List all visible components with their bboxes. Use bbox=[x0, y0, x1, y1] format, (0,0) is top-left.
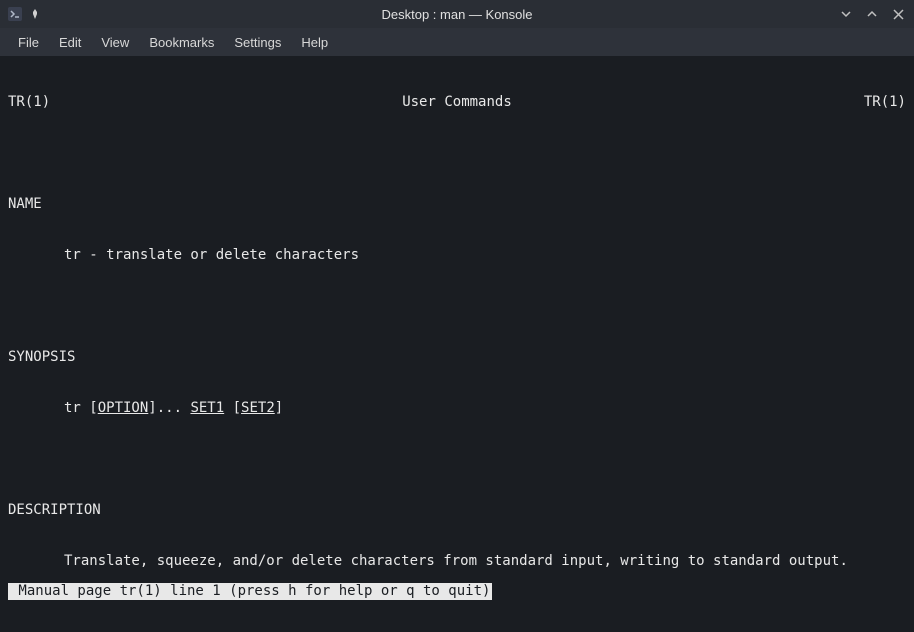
synopsis-option: OPTION bbox=[98, 400, 149, 416]
synopsis-set2: SET2 bbox=[241, 400, 275, 416]
app-icon bbox=[8, 7, 22, 21]
menu-file[interactable]: File bbox=[8, 31, 49, 54]
pin-icon[interactable] bbox=[28, 7, 42, 21]
description-line: Translate, squeeze, and/or delete charac… bbox=[8, 553, 906, 570]
synopsis-line: tr [OPTION]... SET1 [SET2] bbox=[8, 400, 906, 417]
section-name-heading: NAME bbox=[8, 196, 906, 213]
synopsis-set1: SET1 bbox=[190, 400, 224, 416]
terminal-viewport[interactable]: TR(1) User Commands TR(1) NAME tr - tran… bbox=[0, 56, 914, 604]
name-line: tr - translate or delete characters bbox=[8, 247, 906, 264]
manpage-header-right: TR(1) bbox=[864, 94, 906, 111]
window-title: Desktop : man — Konsole bbox=[0, 7, 914, 22]
pager-statusline: Manual page tr(1) line 1 (press h for he… bbox=[8, 583, 492, 600]
menu-bar: File Edit View Bookmarks Settings Help bbox=[0, 28, 914, 56]
section-synopsis-heading: SYNOPSIS bbox=[8, 349, 906, 366]
manpage-header-center: User Commands bbox=[50, 94, 864, 111]
menu-bookmarks[interactable]: Bookmarks bbox=[139, 31, 224, 54]
menu-help[interactable]: Help bbox=[291, 31, 338, 54]
manpage-header: TR(1) User Commands TR(1) bbox=[8, 94, 906, 111]
section-description-heading: DESCRIPTION bbox=[8, 502, 906, 519]
menu-edit[interactable]: Edit bbox=[49, 31, 91, 54]
close-button[interactable] bbox=[890, 6, 906, 22]
menu-view[interactable]: View bbox=[91, 31, 139, 54]
minimize-button[interactable] bbox=[838, 6, 854, 22]
menu-settings[interactable]: Settings bbox=[224, 31, 291, 54]
window-titlebar: Desktop : man — Konsole bbox=[0, 0, 914, 28]
manpage-header-left: TR(1) bbox=[8, 94, 50, 111]
maximize-button[interactable] bbox=[864, 6, 880, 22]
